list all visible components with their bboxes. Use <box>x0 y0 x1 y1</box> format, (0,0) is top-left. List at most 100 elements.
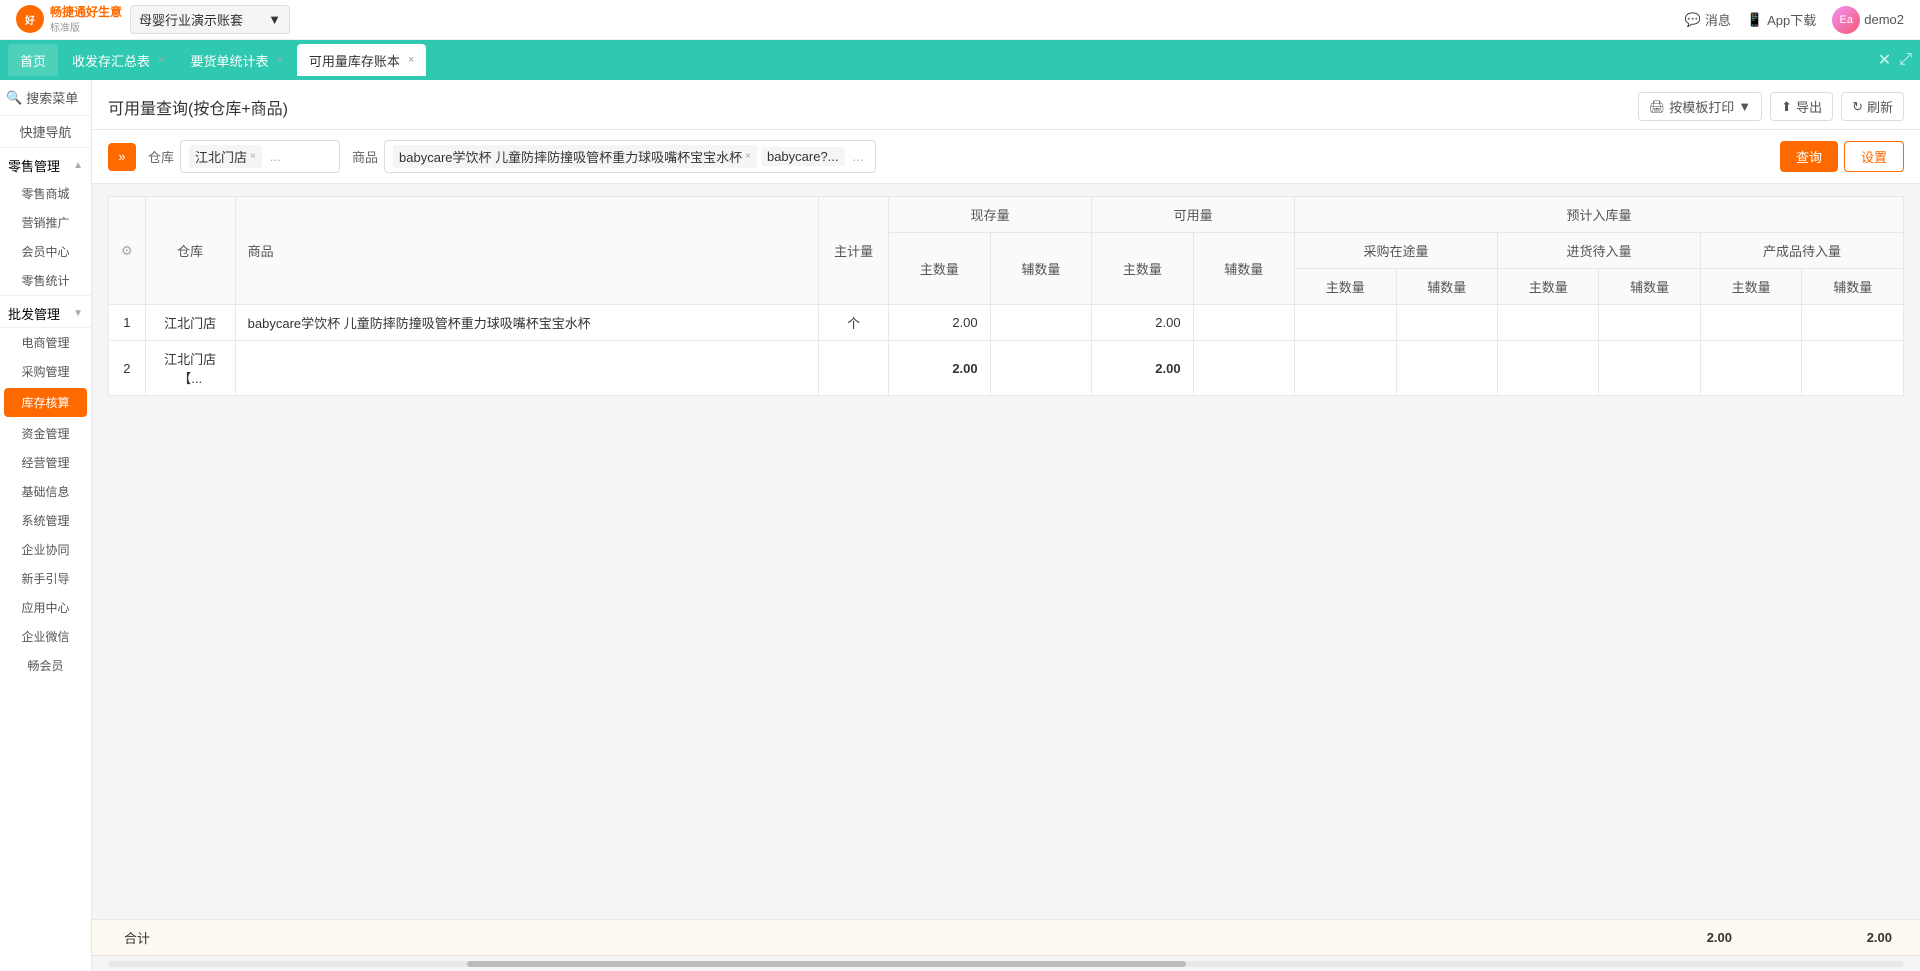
th-pur-transit: 采购在途量 <box>1295 233 1498 269</box>
sidebar-item-system[interactable]: 系统管理 <box>0 506 91 535</box>
sidebar-item-purchase[interactable]: 采购管理 <box>0 357 91 386</box>
sidebar-section-wholesale-label: 批发管理 <box>8 304 60 323</box>
tab-home-label: 首页 <box>20 51 46 70</box>
sidebar-item-guide[interactable]: 新手引导 <box>0 564 91 593</box>
warehouse-tag-1-close[interactable]: × <box>250 151 256 162</box>
top-bar-left: 好 畅捷通好生意 标准版 母婴行业演示账套 ▼ <box>16 5 290 34</box>
sidebar-section-retail: 零售管理 ▲ 零售商城 营销推广 会员中心 零售统计 <box>0 148 91 296</box>
tab-receipts-close[interactable]: × <box>158 54 164 66</box>
th-pur-transit-main: 主数量 <box>1295 269 1396 305</box>
nav-tabs: 首页 收发存汇总表 × 要货单统计表 × 可用量库存账本 × ✕ ⤢ <box>0 40 1920 80</box>
warehouse-filter: 仓库 江北门店 × ... <box>148 140 340 173</box>
brand-text: 畅捷通好生意 标准版 <box>50 5 122 34</box>
sidebar-item-basics[interactable]: 基础信息 <box>0 477 91 506</box>
total-avail-main: 2.00 <box>1824 930 1904 945</box>
sidebar-nav-label: 快捷导航 <box>19 125 71 140</box>
download-button[interactable]: 📱 App下载 <box>1747 10 1816 29</box>
th-avail-main: 主数量 <box>1092 233 1193 305</box>
user-button[interactable]: Ea demo2 <box>1832 6 1904 34</box>
th-available: 可用量 <box>1092 197 1295 233</box>
page-header: 可用量查询(按仓库+商品) 🖨 按模板打印 ▼ ⬆ 导出 ↻ 刷新 <box>92 80 1920 130</box>
tab-orders-close[interactable]: × <box>276 54 282 66</box>
product-tag-2: babycare?... <box>761 147 845 166</box>
total-current-aux <box>1744 930 1824 945</box>
table-row: 1 江北门店 babycare学饮杯 儿童防摔防撞吸管杯重力球吸嘴杯宝宝水杯 个… <box>109 305 1904 341</box>
message-label: 消息 <box>1705 10 1731 29</box>
table-row: 2 江北门店 【... 2.00 2.00 <box>109 341 1904 396</box>
page-title: 可用量查询(按仓库+商品) <box>108 95 288 119</box>
refresh-label: 刷新 <box>1867 97 1893 116</box>
sidebar-item-finance[interactable]: 资金管理 <box>0 419 91 448</box>
print-button[interactable]: 🖨 按模板打印 ▼ <box>1638 92 1762 121</box>
sidebar-item-apps[interactable]: 应用中心 <box>0 593 91 622</box>
sidebar-item-ecommerce[interactable]: 零售商城 <box>0 179 91 208</box>
th-prod-pending: 产成品待入量 <box>1700 233 1903 269</box>
scroll-bar-area <box>92 955 1920 971</box>
filter-expand-btn[interactable]: » <box>108 143 136 171</box>
th-unit: 主计量 <box>819 197 889 305</box>
sidebar-item-enterprise[interactable]: 企业协同 <box>0 535 91 564</box>
row2-pur-pending-aux <box>1599 341 1700 396</box>
tenant-selector[interactable]: 母婴行业演示账套 ▼ <box>130 5 290 34</box>
product-more[interactable]: ... <box>849 149 868 164</box>
query-button[interactable]: 查询 <box>1780 141 1838 172</box>
product-input[interactable]: babycare学饮杯 儿童防摔防撞吸管杯重力球吸嘴杯宝宝水杯 × babyca… <box>384 140 876 173</box>
row1-pur-transit-aux <box>1396 305 1497 341</box>
wholesale-arrow-icon: ▼ <box>73 308 83 319</box>
column-settings-icon[interactable]: ⚙ <box>121 243 133 258</box>
tab-receipts-label: 收发存汇总表 <box>72 51 150 70</box>
scroll-track[interactable] <box>108 961 1904 967</box>
sidebar-item-vip[interactable]: 畅会员 <box>0 651 91 680</box>
print-icon: 🖨 <box>1649 99 1666 115</box>
row2-unit <box>819 341 889 396</box>
sidebar-item-wechat[interactable]: 企业微信 <box>0 622 91 651</box>
main-layout: 🔍 搜索菜单 快捷导航 零售管理 ▲ 零售商城 营销推广 会员中心 零售统计 批… <box>0 80 1920 971</box>
row2-no: 2 <box>109 341 146 396</box>
sidebar-item-operations[interactable]: 经营管理 <box>0 448 91 477</box>
product-tag-1-close[interactable]: × <box>745 151 751 162</box>
settings-button[interactable]: 设置 <box>1844 141 1904 172</box>
export-button[interactable]: ⬆ 导出 <box>1770 92 1833 121</box>
sidebar-section-retail-header[interactable]: 零售管理 ▲ <box>0 148 91 179</box>
sidebar-item-inventory[interactable]: 库存核算 <box>4 388 87 417</box>
nav-expand-btn[interactable]: ⤢ <box>1899 51 1912 69</box>
table-footer: 合计 2.00 2.00 <box>92 919 1920 955</box>
row1-warehouse: 江北门店 <box>145 305 235 341</box>
export-icon: ⬆ <box>1781 99 1792 115</box>
row2-pur-transit-main <box>1295 341 1396 396</box>
sidebar-search[interactable]: 🔍 搜索菜单 <box>0 80 91 116</box>
sidebar-section-wholesale-header[interactable]: 批发管理 ▼ <box>0 296 91 327</box>
sidebar-item-marketing[interactable]: 营销推广 <box>0 208 91 237</box>
message-button[interactable]: 💬 消息 <box>1685 10 1731 29</box>
warehouse-more[interactable]: ... <box>266 149 285 164</box>
row1-no: 1 <box>109 305 146 341</box>
tab-receipts[interactable]: 收发存汇总表 × <box>60 44 176 76</box>
row1-avail-main: 2.00 <box>1092 305 1193 341</box>
sidebar-quick-nav[interactable]: 快捷导航 <box>0 116 91 148</box>
row1-pur-pending-aux <box>1599 305 1700 341</box>
sidebar-search-label: 搜索菜单 <box>26 88 78 107</box>
product-label: 商品 <box>352 147 378 166</box>
export-label: 导出 <box>1796 97 1822 116</box>
sidebar-item-members[interactable]: 会员中心 <box>0 237 91 266</box>
sidebar-item-retail-stats[interactable]: 零售统计 <box>0 266 91 295</box>
row2-current-aux <box>990 341 1091 396</box>
sidebar-item-ecom-mgmt[interactable]: 电商管理 <box>0 328 91 357</box>
th-current-stock: 现存量 <box>889 197 1092 233</box>
th-settings: ⚙ <box>109 197 146 305</box>
retail-arrow-icon: ▲ <box>73 160 83 171</box>
th-prod-pending-main: 主数量 <box>1700 269 1801 305</box>
row1-current-aux <box>990 305 1091 341</box>
warehouse-input[interactable]: 江北门店 × ... <box>180 140 340 173</box>
refresh-button[interactable]: ↻ 刷新 <box>1841 92 1904 121</box>
tab-inventory[interactable]: 可用量库存账本 × <box>297 44 426 76</box>
th-planned-in: 预计入库量 <box>1295 197 1904 233</box>
row1-current-main: 2.00 <box>889 305 990 341</box>
warehouse-label: 仓库 <box>148 147 174 166</box>
row2-current-main: 2.00 <box>889 341 990 396</box>
tab-orders[interactable]: 要货单统计表 × <box>178 44 294 76</box>
tab-home[interactable]: 首页 <box>8 44 58 76</box>
nav-close-btn[interactable]: ✕ <box>1878 50 1891 70</box>
print-label: 按模板打印 <box>1669 97 1734 116</box>
tab-inventory-close[interactable]: × <box>408 54 414 66</box>
